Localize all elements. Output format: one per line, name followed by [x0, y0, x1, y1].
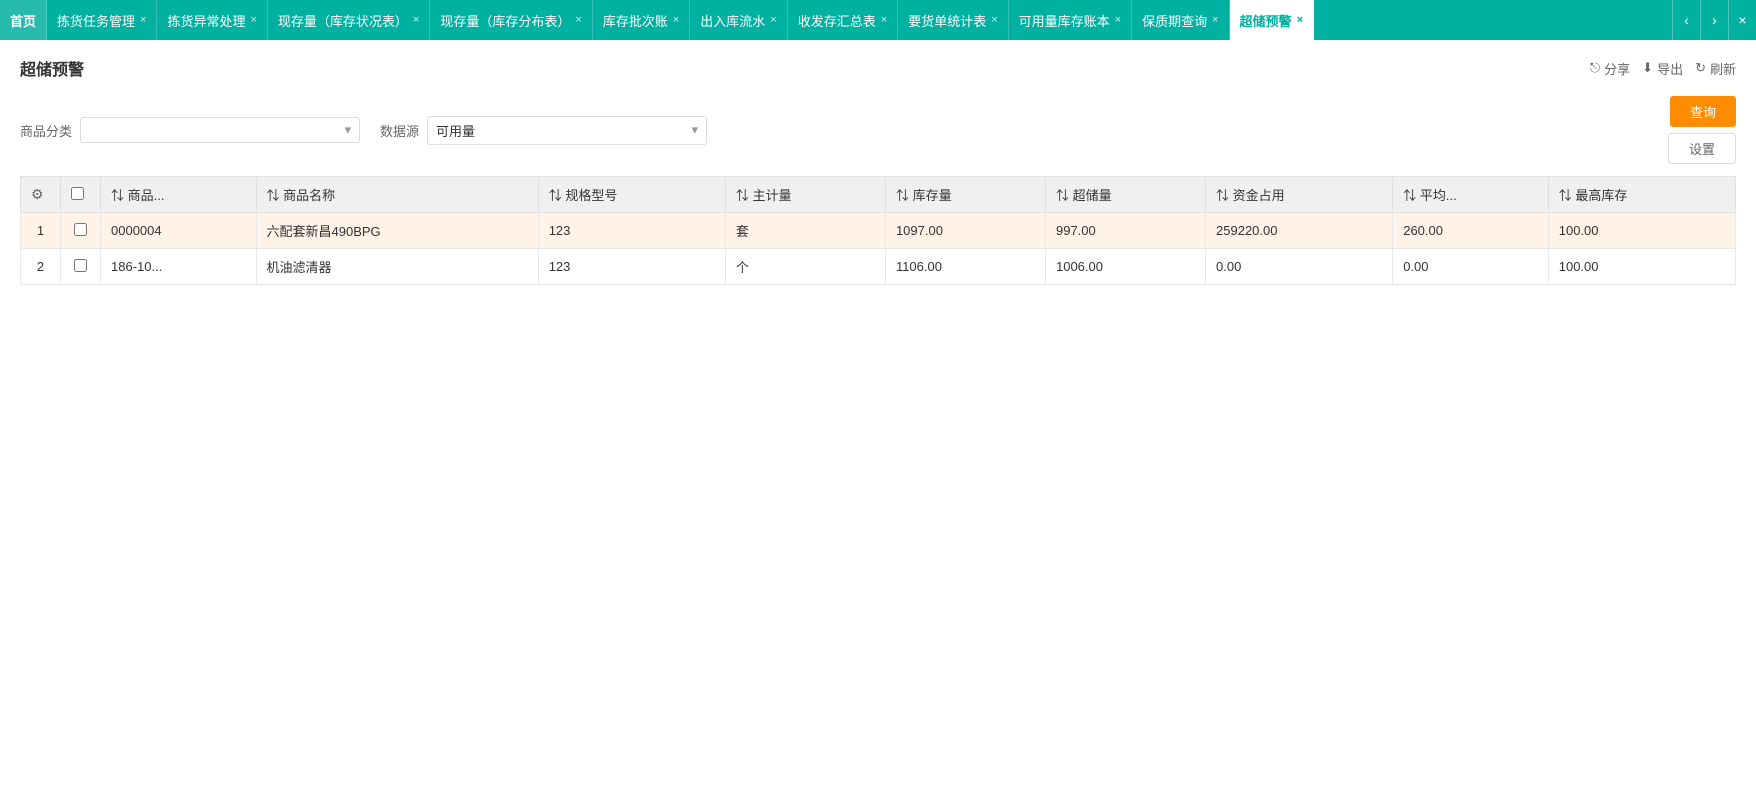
nav-arrow-right[interactable]: ›: [1700, 0, 1728, 40]
row-max-stock: 100.00: [1548, 213, 1735, 249]
col-avg-header: ⇅ 平均...: [1393, 177, 1549, 213]
row-name: 六配套新昌490BPG: [256, 213, 538, 249]
close-expiry[interactable]: ×: [1212, 14, 1218, 26]
nav-arrows: ‹ › ×: [1672, 0, 1756, 40]
nav-arrow-left[interactable]: ‹: [1672, 0, 1700, 40]
nav-abnormal[interactable]: 拣货异常处理 ×: [157, 0, 267, 40]
query-button[interactable]: 查询: [1670, 96, 1736, 127]
export-icon: ⬇: [1642, 60, 1653, 76]
col-code-header: ⇅ 商品...: [101, 177, 257, 213]
nav-task-mgmt[interactable]: 拣货任务管理 ×: [47, 0, 157, 40]
nav-expiry[interactable]: 保质期查询 ×: [1132, 0, 1229, 40]
row-index: 1: [21, 213, 61, 249]
row-code: 0000004: [101, 213, 257, 249]
category-select[interactable]: ▾: [80, 117, 360, 143]
close-inventory-dist[interactable]: ×: [575, 14, 581, 26]
nav-inventory-status[interactable]: 现存量（库存状况表） ×: [268, 0, 430, 40]
close-overstock[interactable]: ×: [1297, 14, 1303, 26]
header-actions: ⎋ 分享 ⬇ 导出 ↻ 刷新: [1590, 59, 1736, 78]
row-unit: 套: [725, 213, 885, 249]
nav-arrow-close[interactable]: ×: [1728, 0, 1756, 40]
category-label: 商品分类: [20, 121, 72, 140]
refresh-icon: ↻: [1695, 60, 1706, 76]
col-capital-header: ⇅ 资金占用: [1206, 177, 1393, 213]
table-row: 2 186-10... 机油滤清器 123 个 1106.00 1006.00 …: [21, 249, 1736, 285]
nav-available-ledger[interactable]: 可用量库存账本 ×: [1009, 0, 1132, 40]
row-checkbox-cell: [61, 249, 101, 285]
col-stock-header: ⇅ 库存量: [885, 177, 1045, 213]
category-chevron-icon: ▾: [344, 122, 351, 138]
col-spec-header: ⇅ 规格型号: [538, 177, 725, 213]
nav-batch[interactable]: 库存批次账 ×: [593, 0, 690, 40]
row-checkbox[interactable]: [74, 259, 87, 272]
close-task-mgmt[interactable]: ×: [140, 14, 146, 26]
datasource-filter-group: 数据源 可用量 ▾: [380, 116, 707, 145]
row-avg: 260.00: [1393, 213, 1549, 249]
data-table: ⚙ ⇅ 商品... ⇅ 商品名称 ⇅ 规格型号 ⇅: [20, 176, 1736, 285]
category-filter-group: 商品分类 ▾: [20, 117, 360, 143]
share-icon: ⎋: [1590, 60, 1600, 76]
datasource-label: 数据源: [380, 121, 419, 140]
row-capital: 0.00: [1206, 249, 1393, 285]
row-spec: 123: [538, 213, 725, 249]
row-stock: 1106.00: [885, 249, 1045, 285]
col-checkbox-header: [61, 177, 101, 213]
nav-home[interactable]: 首页: [0, 0, 47, 40]
row-checkbox-cell: [61, 213, 101, 249]
close-requisition[interactable]: ×: [991, 14, 997, 26]
table-row: 1 0000004 六配套新昌490BPG 123 套 1097.00 997.…: [21, 213, 1736, 249]
row-capital: 259220.00: [1206, 213, 1393, 249]
row-overstock: 997.00: [1045, 213, 1205, 249]
row-max-stock: 100.00: [1548, 249, 1735, 285]
datasource-select[interactable]: 可用量 ▾: [427, 116, 707, 145]
filter-row: 商品分类 ▾ 数据源 可用量 ▾ 查询 设置: [20, 96, 1736, 164]
nav-collect-send[interactable]: 收发存汇总表 ×: [788, 0, 898, 40]
datasource-value: 可用量: [436, 121, 475, 140]
row-checkbox[interactable]: [74, 223, 87, 236]
filter-buttons: 查询 设置: [1668, 96, 1736, 164]
col-unit-header: ⇅ 主计量: [725, 177, 885, 213]
row-name: 机油滤清器: [256, 249, 538, 285]
row-code: 186-10...: [101, 249, 257, 285]
page-content: 超储预警 ⎋ 分享 ⬇ 导出 ↻ 刷新 商品分类 ▾ 数据源: [0, 40, 1756, 800]
page-title: 超储预警: [20, 56, 84, 80]
col-settings: ⚙: [21, 177, 61, 213]
close-collect-send[interactable]: ×: [881, 14, 887, 26]
refresh-link[interactable]: ↻ 刷新: [1695, 59, 1736, 78]
nav-overstock[interactable]: 超储预警 ×: [1230, 0, 1314, 40]
close-inout-flow[interactable]: ×: [770, 14, 776, 26]
row-stock: 1097.00: [885, 213, 1045, 249]
select-all-checkbox[interactable]: [71, 187, 84, 200]
share-link[interactable]: ⎋ 分享: [1590, 59, 1630, 78]
page-header: 超储预警 ⎋ 分享 ⬇ 导出 ↻ 刷新: [20, 56, 1736, 80]
settings-gear-icon[interactable]: ⚙: [31, 186, 44, 202]
close-batch[interactable]: ×: [673, 14, 679, 26]
nav-inout-flow[interactable]: 出入库流水 ×: [690, 0, 787, 40]
datasource-chevron-icon: ▾: [692, 122, 699, 138]
settings-button[interactable]: 设置: [1668, 133, 1736, 164]
export-link[interactable]: ⬇ 导出: [1642, 59, 1683, 78]
row-index: 2: [21, 249, 61, 285]
row-spec: 123: [538, 249, 725, 285]
nav-requisition[interactable]: 要货单统计表 ×: [898, 0, 1008, 40]
table-header-row: ⚙ ⇅ 商品... ⇅ 商品名称 ⇅ 规格型号 ⇅: [21, 177, 1736, 213]
row-overstock: 1006.00: [1045, 249, 1205, 285]
close-available-ledger[interactable]: ×: [1115, 14, 1121, 26]
nav-inventory-dist[interactable]: 现存量（库存分布表） ×: [430, 0, 592, 40]
row-unit: 个: [725, 249, 885, 285]
col-overstock-header: ⇅ 超储量: [1045, 177, 1205, 213]
top-navigation: 首页 拣货任务管理 × 拣货异常处理 × 现存量（库存状况表） × 现存量（库存…: [0, 0, 1756, 40]
row-avg: 0.00: [1393, 249, 1549, 285]
col-name-header: ⇅ 商品名称: [256, 177, 538, 213]
close-abnormal[interactable]: ×: [250, 14, 256, 26]
col-max-stock-header: ⇅ 最高库存: [1548, 177, 1735, 213]
close-inventory-status[interactable]: ×: [413, 14, 419, 26]
